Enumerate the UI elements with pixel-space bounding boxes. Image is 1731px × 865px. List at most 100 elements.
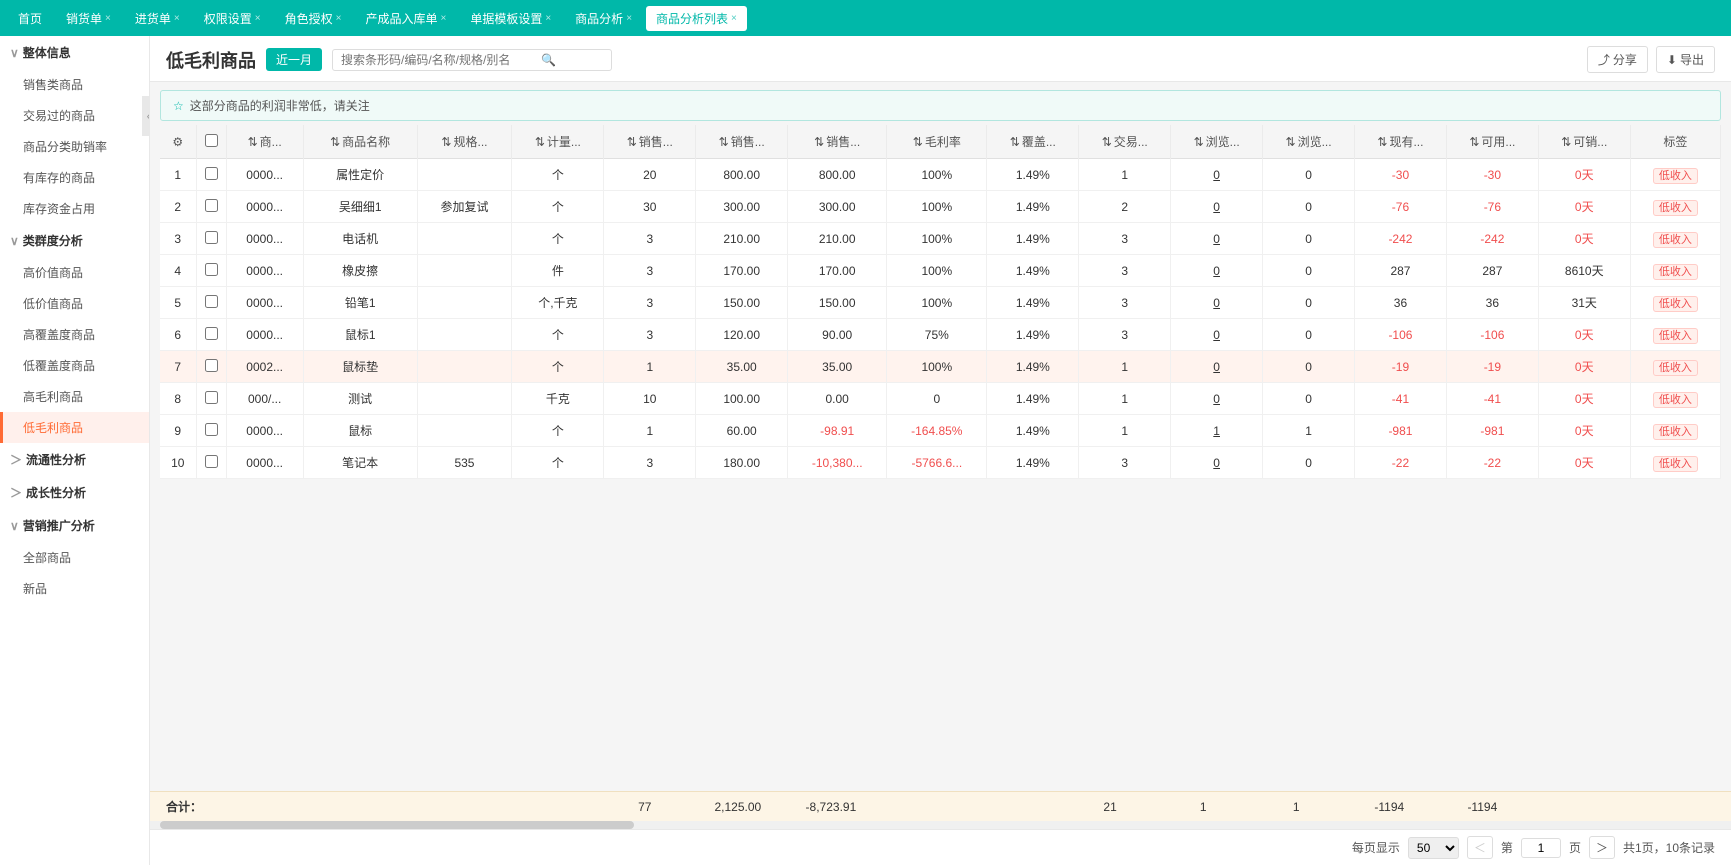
per-page-select[interactable]: 50 100 200	[1408, 837, 1459, 859]
nav-goods-analysis-list[interactable]: 商品分析列表 ×	[646, 6, 747, 31]
sidebar-item-low-value[interactable]: 低价值商品	[0, 288, 149, 319]
col-gross-margin[interactable]: ⇅毛利率	[887, 125, 987, 159]
col-views2[interactable]: ⇅浏览...	[1263, 125, 1355, 159]
cell-checkbox[interactable]	[196, 191, 226, 223]
scrollbar-thumb[interactable]	[160, 821, 634, 829]
nav-home[interactable]: 首页	[8, 6, 52, 31]
row-checkbox[interactable]	[205, 423, 218, 436]
cell-checkbox[interactable]	[196, 415, 226, 447]
row-checkbox[interactable]	[205, 263, 218, 276]
nav-role-close[interactable]: ×	[336, 13, 342, 24]
share-btn[interactable]: ⤴ 分享	[1587, 46, 1648, 73]
row-checkbox[interactable]	[205, 199, 218, 212]
views1-link[interactable]: 0	[1213, 168, 1220, 182]
sidebar-item-high-coverage[interactable]: 高覆盖度商品	[0, 319, 149, 350]
sidebar-collapse-btn[interactable]: «	[142, 96, 150, 136]
col-views1[interactable]: ⇅浏览...	[1171, 125, 1263, 159]
page-input[interactable]	[1521, 838, 1561, 858]
views1-link[interactable]: 0	[1213, 392, 1220, 406]
sidebar-item-inventory-funds[interactable]: 库存资金占用	[0, 193, 149, 224]
row-checkbox[interactable]	[205, 455, 218, 468]
filter-recent-month-btn[interactable]: 近一月	[266, 48, 322, 71]
views1-link[interactable]: 0	[1213, 232, 1220, 246]
sidebar-group-circulation[interactable]: ＞ 流通性分析	[0, 443, 149, 476]
export-btn[interactable]: ⬇ 导出	[1656, 46, 1715, 73]
views1-link[interactable]: 0	[1213, 456, 1220, 470]
next-page-btn[interactable]: ＞	[1589, 836, 1615, 859]
select-all-checkbox[interactable]	[205, 134, 218, 147]
cell-checkbox[interactable]	[196, 383, 226, 415]
nav-permission-close[interactable]: ×	[255, 13, 261, 24]
nav-role[interactable]: 角色授权 ×	[275, 6, 352, 31]
cell-checkbox[interactable]	[196, 287, 226, 319]
sidebar-item-new-goods[interactable]: 新品	[0, 573, 149, 604]
col-sales-qty[interactable]: ⇅销售...	[604, 125, 696, 159]
cell-checkbox[interactable]	[196, 319, 226, 351]
col-trade[interactable]: ⇅交易...	[1079, 125, 1171, 159]
views1-link[interactable]: 0	[1213, 200, 1220, 214]
nav-product-entry-close[interactable]: ×	[440, 13, 446, 24]
col-sales-profit[interactable]: ⇅销售...	[788, 125, 887, 159]
col-checkbox[interactable]	[196, 125, 226, 159]
col-code[interactable]: ⇅商...	[226, 125, 303, 159]
col-coverage[interactable]: ⇅覆盖...	[987, 125, 1079, 159]
row-checkbox[interactable]	[205, 391, 218, 404]
sidebar-item-high-margin[interactable]: 高毛利商品	[0, 381, 149, 412]
row-checkbox[interactable]	[205, 359, 218, 372]
col-current-stock[interactable]: ⇅现有...	[1355, 125, 1447, 159]
cell-checkbox[interactable]	[196, 447, 226, 479]
views1-link[interactable]: 0	[1213, 264, 1220, 278]
col-tag[interactable]: 标签	[1630, 125, 1720, 159]
views1-link[interactable]: 0	[1213, 328, 1220, 342]
sidebar-item-all-goods[interactable]: 全部商品	[0, 542, 149, 573]
sidebar-item-stocked-goods[interactable]: 有库存的商品	[0, 162, 149, 193]
prev-page-btn[interactable]: ＜	[1467, 836, 1493, 859]
nav-goods-analysis-close[interactable]: ×	[626, 13, 632, 24]
cell-checkbox[interactable]	[196, 255, 226, 287]
col-sales-amount[interactable]: ⇅销售...	[696, 125, 788, 159]
sidebar-item-low-coverage[interactable]: 低覆盖度商品	[0, 350, 149, 381]
nav-permission[interactable]: 权限设置 ×	[194, 6, 271, 31]
cell-sales-amount: 170.00	[696, 255, 788, 287]
sidebar-item-high-value[interactable]: 高价值商品	[0, 257, 149, 288]
col-name[interactable]: ⇅商品名称	[303, 125, 417, 159]
cell-checkbox[interactable]	[196, 223, 226, 255]
nav-goods-analysis[interactable]: 商品分析 ×	[565, 6, 642, 31]
search-icon[interactable]: 🔍	[541, 53, 556, 67]
row-checkbox[interactable]	[205, 295, 218, 308]
sidebar-item-category-rate[interactable]: 商品分类助销率	[0, 131, 149, 162]
cell-views2: 1	[1263, 415, 1355, 447]
cell-checkbox[interactable]	[196, 159, 226, 191]
search-input[interactable]	[341, 53, 541, 67]
views1-link[interactable]: 0	[1213, 360, 1220, 374]
row-checkbox[interactable]	[205, 231, 218, 244]
row-checkbox[interactable]	[205, 327, 218, 340]
row-checkbox[interactable]	[205, 167, 218, 180]
nav-goods-analysis-list-close[interactable]: ×	[731, 13, 737, 24]
nav-purchase-order[interactable]: 进货单 ×	[125, 6, 190, 31]
sidebar-item-sales-goods[interactable]: 销售类商品	[0, 69, 149, 100]
col-unit[interactable]: ⇅计量...	[512, 125, 604, 159]
col-available[interactable]: ⇅可用...	[1446, 125, 1538, 159]
sidebar-group-marketing[interactable]: ∨ 营销推广分析	[0, 509, 149, 542]
views1-link[interactable]: 1	[1213, 424, 1220, 438]
nav-product-entry[interactable]: 产成品入库单 ×	[355, 6, 456, 31]
views1-link[interactable]: 0	[1213, 296, 1220, 310]
sidebar-group-marketing-label: 营销推广分析	[23, 517, 95, 534]
sidebar-item-low-margin[interactable]: 低毛利商品	[0, 412, 149, 443]
nav-template-close[interactable]: ×	[545, 13, 551, 24]
sidebar-group-growth[interactable]: ＞ 成长性分析	[0, 476, 149, 509]
col-saleable[interactable]: ⇅可销...	[1538, 125, 1630, 159]
sidebar-group-overall[interactable]: ∨ 整体信息	[0, 36, 149, 69]
nav-purchase-close[interactable]: ×	[174, 13, 180, 24]
nav-sales-order[interactable]: 销货单 ×	[56, 6, 121, 31]
sidebar-group-cluster[interactable]: ∨ 类群度分析	[0, 224, 149, 257]
nav-template[interactable]: 单据模板设置 ×	[460, 6, 561, 31]
col-settings[interactable]: ⚙	[160, 125, 196, 159]
settings-icon[interactable]: ⚙	[172, 135, 183, 149]
col-spec[interactable]: ⇅规格...	[417, 125, 512, 159]
cell-checkbox[interactable]	[196, 351, 226, 383]
horizontal-scrollbar[interactable]	[150, 821, 1731, 829]
nav-sales-close[interactable]: ×	[105, 13, 111, 24]
sidebar-item-traded-goods[interactable]: 交易过的商品	[0, 100, 149, 131]
